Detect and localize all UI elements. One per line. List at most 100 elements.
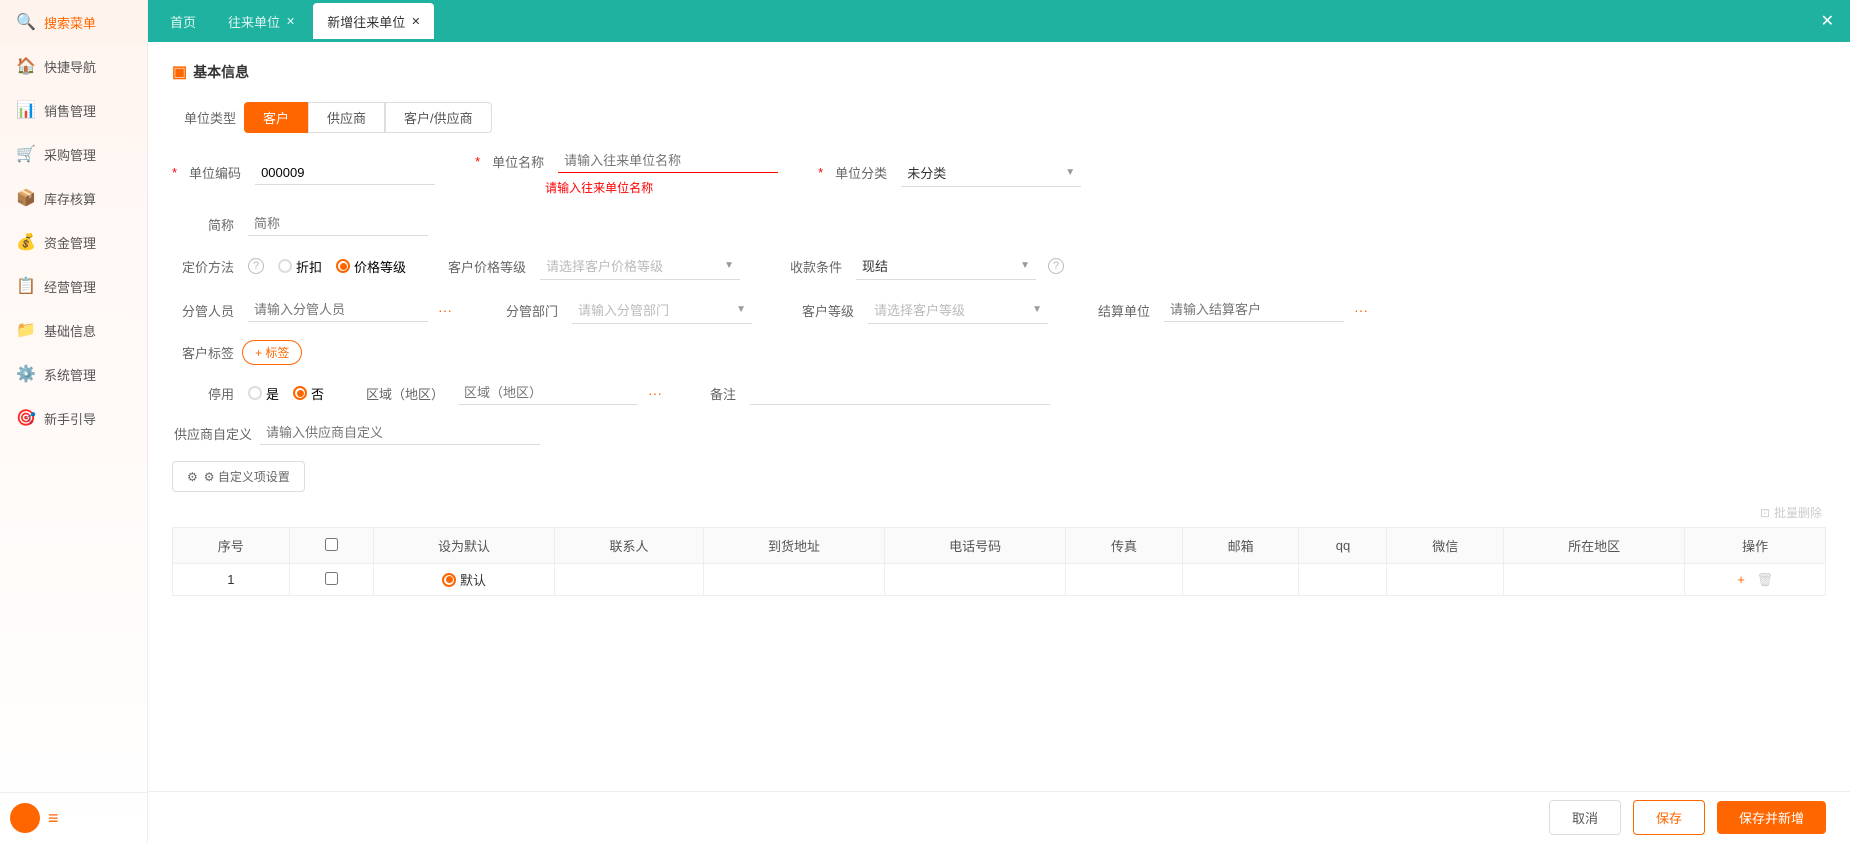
sidebar-item-search[interactable]: 🔍 搜索菜单 — [0, 0, 147, 44]
sidebar-item-inventory[interactable]: 📦 库存核算 — [0, 176, 147, 220]
settlement-more-icon[interactable]: ··· — [1350, 302, 1372, 318]
table-header-row: ⊡ 批量删除 — [172, 504, 1826, 521]
col-email: 邮箱 — [1182, 528, 1299, 564]
default-radio-circle — [442, 573, 456, 587]
save-button[interactable]: 保存 — [1633, 800, 1705, 835]
unit-name-input[interactable] — [558, 149, 778, 173]
row-checkbox[interactable] — [325, 572, 338, 585]
sidebar-item-system[interactable]: ⚙️ 系统管理 — [0, 352, 147, 396]
row-wechat — [1387, 564, 1504, 596]
customer-level-label: 客户等级 — [792, 301, 854, 320]
settlement-unit-label: 结算单位 — [1088, 301, 1150, 320]
disable-no-radio — [293, 386, 307, 400]
row-email — [1182, 564, 1299, 596]
supplier-custom-label: 供应商自定义 — [172, 424, 252, 443]
sidebar-item-guide[interactable]: 🎯 新手引导 — [0, 396, 147, 440]
short-name-label: 简称 — [172, 215, 234, 234]
customer-tag-row: 客户标签 + 标签 — [172, 340, 1826, 365]
region-input[interactable] — [458, 381, 638, 405]
avatar — [10, 803, 40, 833]
pricing-discount[interactable]: 折扣 — [278, 257, 322, 276]
unit-type-customer[interactable]: 客户 — [244, 102, 308, 133]
remark-input[interactable] — [750, 381, 1050, 405]
manager-input[interactable] — [248, 298, 428, 322]
gear-icon: ⚙ — [187, 470, 198, 484]
settlement-unit-input[interactable] — [1164, 298, 1344, 322]
tab-partner[interactable]: 往来单位 ✕ — [214, 3, 309, 39]
contact-table: 序号 设为默认 联系人 到货地址 电话号码 传真 邮箱 qq 微信 所在地区 操… — [172, 527, 1826, 596]
unit-category-select[interactable]: 未分类 ▼ — [901, 159, 1081, 187]
batch-delete-button[interactable]: ⊡ 批量删除 — [1760, 504, 1822, 521]
dept-select[interactable]: 请输入分管部门 ▼ — [572, 296, 752, 324]
window-close-icon[interactable]: ✕ — [1813, 7, 1842, 35]
short-name-input[interactable] — [248, 212, 428, 236]
col-contact: 联系人 — [555, 528, 704, 564]
save-new-button[interactable]: 保存并新增 — [1717, 801, 1826, 834]
unit-category-label: 单位分类 — [831, 163, 887, 182]
col-seq: 序号 — [173, 528, 290, 564]
col-fax: 传真 — [1066, 528, 1183, 564]
col-phone: 电话号码 — [885, 528, 1066, 564]
form-content: ▣ 基本信息 单位类型 客户 供应商 客户/供应商 * 单位编码 * 单位名称 — [148, 42, 1850, 791]
guide-icon: 🎯 — [16, 408, 36, 428]
cancel-button[interactable]: 取消 — [1549, 800, 1621, 835]
region-more-icon[interactable]: ··· — [644, 385, 666, 401]
disable-no[interactable]: 否 — [293, 384, 324, 403]
region-field: 区域（地区） ··· — [364, 381, 666, 405]
settlement-unit-field: 结算单位 ··· — [1088, 298, 1372, 322]
table-select-all[interactable] — [325, 538, 338, 551]
sidebar-item-basic-info[interactable]: 📁 基础信息 — [0, 308, 147, 352]
sales-icon: 📊 — [16, 100, 36, 120]
row-phone — [885, 564, 1066, 596]
tab-partner-close[interactable]: ✕ — [286, 15, 295, 28]
sidebar-item-quick-nav[interactable]: 🏠 快捷导航 — [0, 44, 147, 88]
pricing-radio-group: 折扣 价格等级 — [278, 257, 406, 276]
sidebar-item-finance[interactable]: 💰 资金管理 — [0, 220, 147, 264]
disable-radio-group: 是 否 — [248, 384, 324, 403]
tab-new-partner[interactable]: 新增往来单位 ✕ — [313, 3, 434, 39]
pricing-price-level[interactable]: 价格等级 — [336, 257, 406, 276]
short-name-row: 简称 — [172, 212, 1826, 236]
col-default: 设为默认 — [373, 528, 554, 564]
sidebar-item-sales[interactable]: 📊 销售管理 — [0, 88, 147, 132]
tab-new-partner-close[interactable]: ✕ — [411, 15, 420, 28]
unit-type-both[interactable]: 客户/供应商 — [385, 102, 492, 133]
sidebar-item-purchase[interactable]: 🛒 采购管理 — [0, 132, 147, 176]
row-add-icon[interactable]: + — [1737, 572, 1745, 587]
inventory-icon: 📦 — [16, 188, 36, 208]
row-default-radio[interactable]: 默认 — [384, 570, 544, 589]
payment-terms-label: 收款条件 — [780, 257, 842, 276]
customer-level-select[interactable]: 请选择客户等级 ▼ — [868, 296, 1048, 324]
sidebar: 🔍 搜索菜单 🏠 快捷导航 📊 销售管理 🛒 采购管理 📦 库存核算 💰 资金管… — [0, 0, 148, 843]
sidebar-item-operations[interactable]: 📋 经营管理 — [0, 264, 147, 308]
row-fax — [1066, 564, 1183, 596]
disable-yes[interactable]: 是 — [248, 384, 279, 403]
col-wechat: 微信 — [1387, 528, 1504, 564]
remark-label: 备注 — [706, 384, 736, 403]
supplier-custom-input[interactable] — [260, 421, 540, 445]
section-icon: ▣ — [172, 62, 187, 82]
pricing-help-icon[interactable]: ? — [248, 258, 264, 274]
customer-level-arrow: ▼ — [1032, 304, 1042, 315]
section-basic-info: ▣ 基本信息 — [172, 62, 1826, 82]
unit-type-supplier[interactable]: 供应商 — [308, 102, 385, 133]
price-level-arrow: ▼ — [724, 260, 734, 271]
sidebar-expand-icon[interactable]: ≡ — [48, 808, 59, 829]
manager-more-icon[interactable]: ··· — [434, 302, 456, 318]
row-delete-icon[interactable]: 🗑 — [1756, 572, 1773, 587]
payment-terms-field: 收款条件 现结 ▼ ? — [780, 252, 1064, 280]
pricing-level-radio — [336, 259, 350, 273]
unit-category-arrow: ▼ — [1065, 167, 1075, 178]
unit-category-field: * 单位分类 未分类 ▼ — [818, 159, 1081, 187]
custom-settings-button[interactable]: ⚙ ⚙ 自定义项设置 — [172, 461, 305, 492]
unit-code-input[interactable] — [255, 161, 435, 185]
payment-help-icon[interactable]: ? — [1048, 258, 1064, 274]
tab-bar: 首页 往来单位 ✕ 新增往来单位 ✕ ✕ — [148, 0, 1850, 42]
customer-price-level-select[interactable]: 请选择客户价格等级 ▼ — [540, 252, 740, 280]
payment-terms-select[interactable]: 现结 ▼ — [856, 252, 1036, 280]
manager-label: 分管人员 — [172, 301, 234, 320]
tab-home[interactable]: 首页 — [156, 3, 210, 39]
add-tag-button[interactable]: + 标签 — [242, 340, 302, 365]
pricing-row: 定价方法 ? 折扣 价格等级 客户价格等级 请选择客户价格等级 — [172, 252, 1826, 280]
pricing-discount-radio — [278, 259, 292, 273]
